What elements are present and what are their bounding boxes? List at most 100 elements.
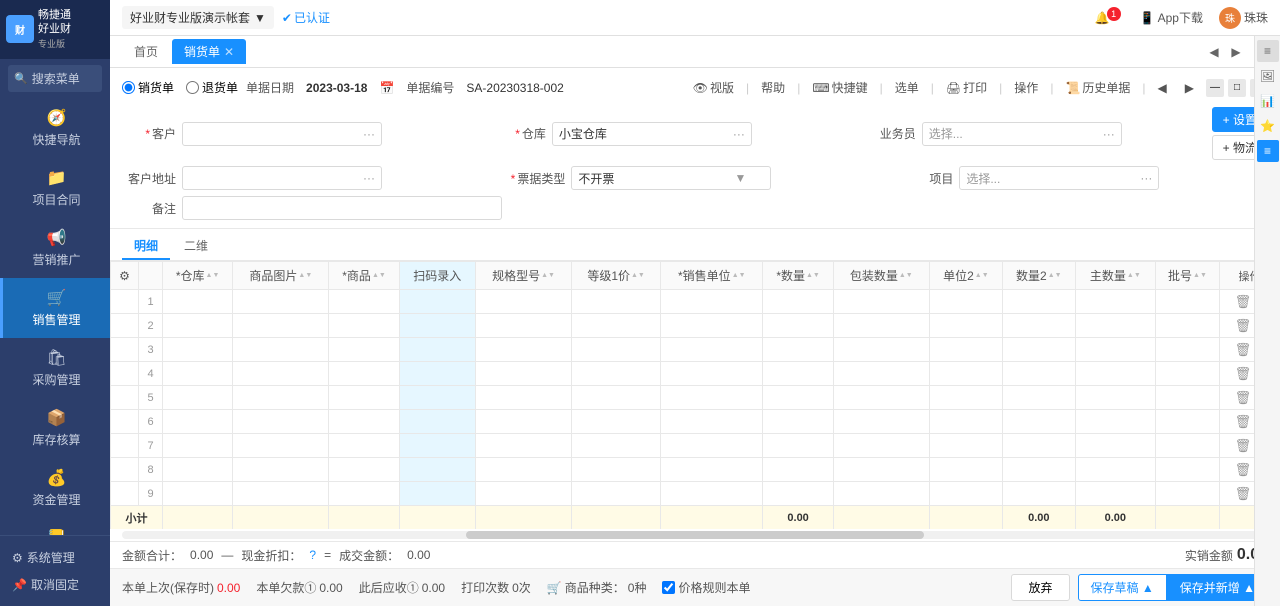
row-spec[interactable] <box>475 482 571 506</box>
row-product[interactable] <box>329 386 399 410</box>
row-sales-unit[interactable] <box>661 434 763 458</box>
row-unit2[interactable] <box>929 362 1002 386</box>
row-sales-unit[interactable] <box>661 482 763 506</box>
row-batch[interactable] <box>1155 386 1219 410</box>
row-unit2[interactable] <box>929 410 1002 434</box>
row-batch-import[interactable] <box>399 338 475 362</box>
tab-home[interactable]: 首页 <box>122 39 170 64</box>
th-batch[interactable]: 批号 ▲▼ <box>1155 262 1219 290</box>
shortcut-button[interactable]: ⌨快捷键 <box>806 76 873 99</box>
row-batch-import[interactable] <box>399 314 475 338</box>
row-spec[interactable] <box>475 410 571 434</box>
row-main-qty[interactable] <box>1075 482 1155 506</box>
sidebar-item-cancel-fixed[interactable]: 📌 取消固定 <box>8 571 102 598</box>
th-warehouse[interactable]: *仓库 ▲▼ <box>163 262 233 290</box>
delete-row-icon[interactable]: 🗑 <box>1235 342 1252 358</box>
row-pack-qty[interactable] <box>833 314 929 338</box>
row-image[interactable] <box>233 482 329 506</box>
row-quantity[interactable] <box>763 482 833 506</box>
row-qty2[interactable] <box>1002 362 1075 386</box>
th-batch-import[interactable]: 扫码录入 <box>399 262 475 290</box>
row-pack-qty[interactable] <box>833 362 929 386</box>
row-price1[interactable] <box>572 410 661 434</box>
row-main-qty[interactable] <box>1075 314 1155 338</box>
right-panel-btn-3[interactable]: 📊 <box>1257 90 1279 112</box>
row-image[interactable] <box>233 386 329 410</box>
print-button[interactable]: 🖨打印 <box>940 76 993 99</box>
row-batch-import[interactable] <box>399 362 475 386</box>
th-quantity[interactable]: *数量 ▲▼ <box>763 262 833 290</box>
row-image[interactable] <box>233 338 329 362</box>
delete-row-icon[interactable]: 🗑 <box>1235 462 1252 478</box>
row-pack-qty[interactable] <box>833 338 929 362</box>
row-product[interactable] <box>329 410 399 434</box>
row-product[interactable] <box>329 290 399 314</box>
sidebar-item-general[interactable]: 📒 总账管理 <box>0 518 110 535</box>
row-qty2[interactable] <box>1002 338 1075 362</box>
row-product[interactable] <box>329 482 399 506</box>
delete-row-icon[interactable]: 🗑 <box>1235 438 1252 454</box>
user-menu[interactable]: 珠 珠珠 <box>1219 7 1268 29</box>
sidebar-item-project[interactable]: 📁 项目合同 <box>0 158 110 218</box>
th-image[interactable]: 商品图片 ▲▼ <box>233 262 329 290</box>
question-icon[interactable]: ? <box>309 548 316 562</box>
row-image[interactable] <box>233 290 329 314</box>
row-product[interactable] <box>329 338 399 362</box>
row-warehouse[interactable] <box>163 458 233 482</box>
sidebar-item-settings[interactable]: ⚙ 系统管理 <box>8 544 102 571</box>
row-spec[interactable] <box>475 362 571 386</box>
company-selector[interactable]: 好业财专业版演示帐套 ▼ <box>122 6 274 29</box>
th-spec[interactable]: 规格型号 ▲▼ <box>475 262 571 290</box>
row-unit2[interactable] <box>929 338 1002 362</box>
delete-row-icon[interactable]: 🗑 <box>1235 414 1252 430</box>
row-main-qty[interactable] <box>1075 338 1155 362</box>
row-qty2[interactable] <box>1002 482 1075 506</box>
row-batch[interactable] <box>1155 410 1219 434</box>
row-unit2[interactable] <box>929 482 1002 506</box>
app-download-button[interactable]: 📱 App下载 <box>1140 9 1203 26</box>
row-unit2[interactable] <box>929 386 1002 410</box>
row-qty2[interactable] <box>1002 386 1075 410</box>
delete-row-icon[interactable]: 🗑 <box>1235 366 1252 382</box>
sidebar-item-sales[interactable]: 🛒 销售管理 <box>0 278 110 338</box>
row-batch-import[interactable] <box>399 458 475 482</box>
row-price1[interactable] <box>572 458 661 482</box>
sidebar-item-finance[interactable]: 💰 资金管理 <box>0 458 110 518</box>
row-main-qty[interactable] <box>1075 434 1155 458</box>
row-warehouse[interactable] <box>163 338 233 362</box>
project-input[interactable]: 选择... ··· <box>959 166 1159 190</box>
row-price1[interactable] <box>572 290 661 314</box>
row-unit2[interactable] <box>929 434 1002 458</box>
row-spec[interactable] <box>475 314 571 338</box>
view-button[interactable]: 👁视版 <box>687 76 740 99</box>
row-pack-qty[interactable] <box>833 458 929 482</box>
row-qty2[interactable] <box>1002 290 1075 314</box>
row-batch-import[interactable] <box>399 482 475 506</box>
tab-close-icon[interactable]: ✕ <box>224 45 234 59</box>
tab-prev-button[interactable]: ◀ <box>1204 42 1224 62</box>
row-pack-qty[interactable] <box>833 410 929 434</box>
th-main-qty[interactable]: 主数量 ▲▼ <box>1075 262 1155 290</box>
row-image[interactable] <box>233 410 329 434</box>
delete-row-icon[interactable]: 🗑 <box>1235 318 1252 334</box>
sidebar-item-inventory[interactable]: 📦 库存核算 <box>0 398 110 458</box>
row-pack-qty[interactable] <box>833 386 929 410</box>
row-product[interactable] <box>329 314 399 338</box>
th-sales-unit[interactable]: *销售单位 ▲▼ <box>661 262 763 290</box>
row-warehouse[interactable] <box>163 362 233 386</box>
address-input[interactable]: ··· <box>182 166 382 190</box>
row-qty2[interactable] <box>1002 458 1075 482</box>
row-unit2[interactable] <box>929 314 1002 338</box>
row-batch-import[interactable] <box>399 290 475 314</box>
sidebar-item-marketing[interactable]: 📢 营销推广 <box>0 218 110 278</box>
th-pack-qty[interactable]: 包装数量 ▲▼ <box>833 262 929 290</box>
row-qty2[interactable] <box>1002 410 1075 434</box>
right-panel-btn-5[interactable]: ≡ <box>1257 140 1279 162</box>
th-qty2[interactable]: 数量2 ▲▼ <box>1002 262 1075 290</box>
row-warehouse[interactable] <box>163 386 233 410</box>
row-price1[interactable] <box>572 314 661 338</box>
right-panel-btn-2[interactable]: 🖼 <box>1257 65 1279 87</box>
history-button[interactable]: 📜历史单据 <box>1059 76 1136 99</box>
price-check-checkbox[interactable] <box>662 581 675 594</box>
row-sales-unit[interactable] <box>661 290 763 314</box>
